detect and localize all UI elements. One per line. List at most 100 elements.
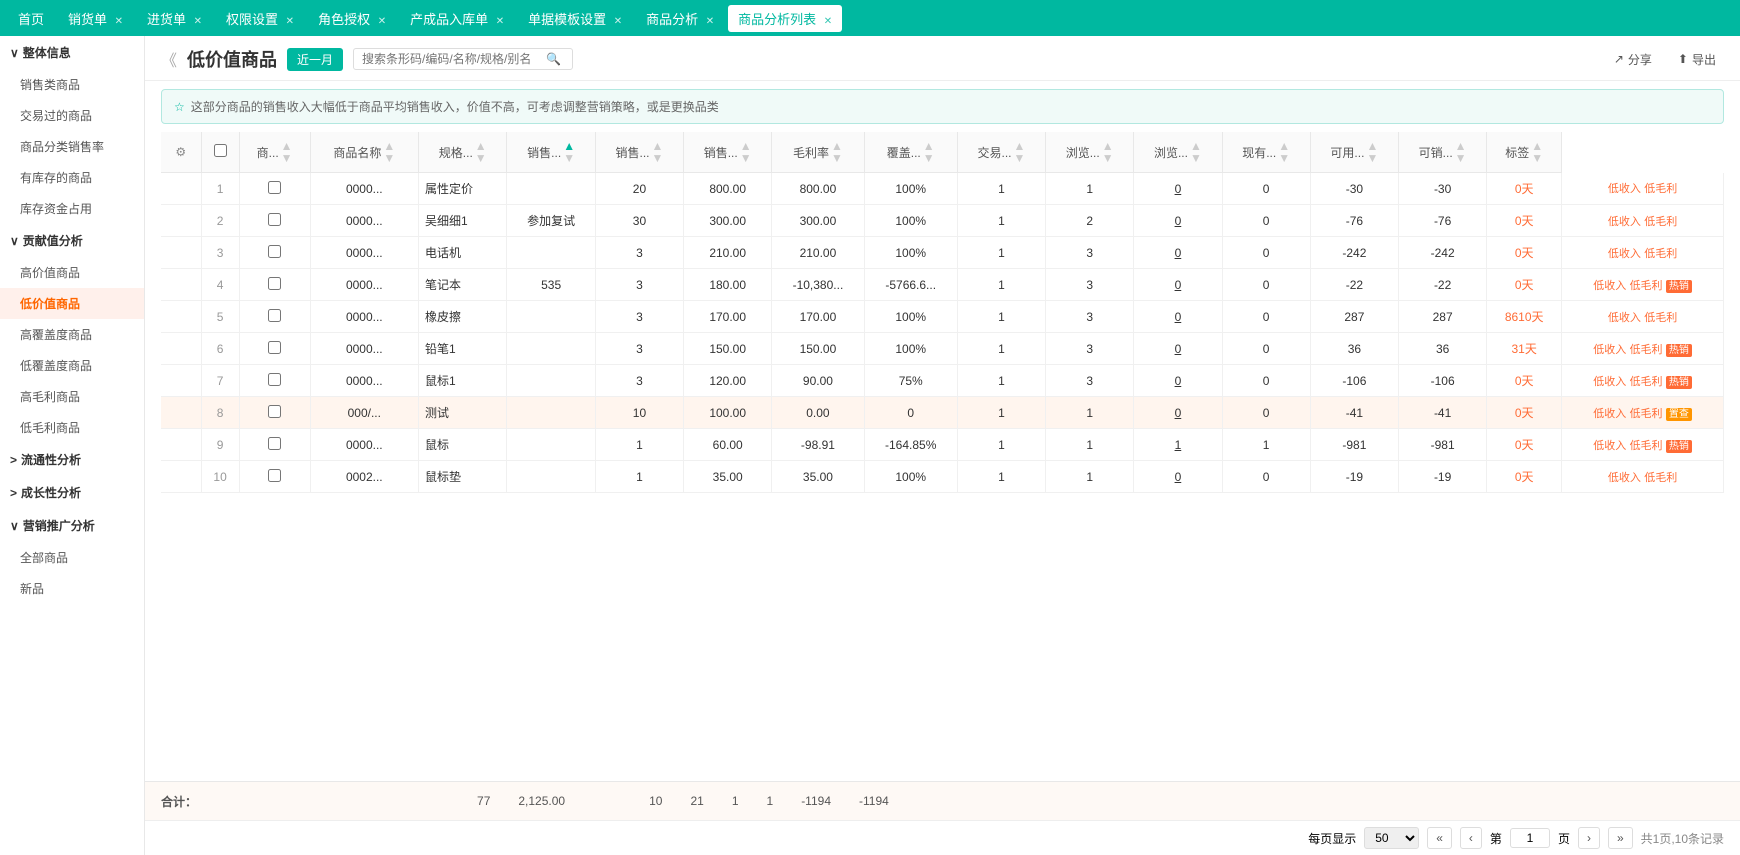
row-checkbox[interactable] [268, 277, 281, 290]
col-settings[interactable]: ⚙ [161, 132, 201, 173]
sidebar-item-high-margin[interactable]: 高毛利商品 [0, 381, 144, 412]
share-button[interactable]: ↗ 分享 [1606, 48, 1660, 71]
nav-templates[interactable]: 单据模板设置 ✕ [518, 5, 632, 32]
collapse-btn[interactable]: 《 [161, 47, 177, 71]
views1-cell[interactable]: 0 [1134, 365, 1222, 397]
views1-cell[interactable]: 0 [1134, 237, 1222, 269]
nav-purchase[interactable]: 进货单 ✕ [137, 5, 212, 32]
sidebar-item-category-rate[interactable]: 商品分类销售率 [0, 131, 144, 162]
views1-link[interactable]: 0 [1175, 470, 1182, 484]
date-filter-button[interactable]: 近一月 [287, 48, 343, 71]
views1-link[interactable]: 0 [1175, 342, 1182, 356]
sidebar-item-stocked-products[interactable]: 有库存的商品 [0, 162, 144, 193]
sidebar-group-general[interactable]: ∨ 整体信息 [0, 36, 144, 69]
col-trade[interactable]: 交易...▲▼ [957, 132, 1045, 173]
col-tags[interactable]: 标签▲▼ [1487, 132, 1562, 173]
col-qty[interactable]: 销售...▲▼ [507, 132, 595, 173]
row-checkbox[interactable] [268, 341, 281, 354]
col-name[interactable]: 商品名称▲▼ [310, 132, 419, 173]
views1-link[interactable]: 1 [1175, 438, 1182, 452]
row-checkbox[interactable] [268, 181, 281, 194]
sidebar-item-sales-products[interactable]: 销售类商品 [0, 69, 144, 100]
trade-cell: 3 [1046, 301, 1134, 333]
checkbox-cell[interactable] [239, 205, 310, 237]
page-size-select[interactable]: 50 100 [1364, 827, 1419, 849]
col-stock2[interactable]: 可用...▲▼ [1310, 132, 1398, 173]
checkbox-cell[interactable] [239, 365, 310, 397]
row-checkbox[interactable] [268, 469, 281, 482]
row-checkbox[interactable] [268, 405, 281, 418]
checkbox-cell[interactable] [239, 429, 310, 461]
export-button[interactable]: ⬆ 导出 [1670, 48, 1724, 71]
col-checkbox[interactable] [201, 132, 239, 173]
views1-link[interactable]: 0 [1175, 278, 1182, 292]
sidebar-group-marketing[interactable]: ∨ 营销推广分析 [0, 509, 144, 542]
checkbox-cell[interactable] [239, 397, 310, 429]
sidebar-item-stock-funds[interactable]: 库存资金占用 [0, 193, 144, 224]
prev-page-button[interactable]: ‹ [1460, 827, 1482, 849]
sidebar-item-traded-products[interactable]: 交易过的商品 [0, 100, 144, 131]
views1-link[interactable]: 0 [1175, 246, 1182, 260]
views1-cell[interactable]: 0 [1134, 269, 1222, 301]
sidebar-item-low-margin[interactable]: 低毛利商品 [0, 412, 144, 443]
search-input[interactable] [362, 52, 542, 66]
row-checkbox[interactable] [268, 373, 281, 386]
row-checkbox[interactable] [268, 309, 281, 322]
sidebar-item-high-value[interactable]: 高价值商品 [0, 257, 144, 288]
footer-stock2: -1194 [849, 790, 899, 812]
tags-cell: 低收入 低毛利 热销 [1562, 429, 1724, 461]
col-sellable[interactable]: 可销...▲▼ [1399, 132, 1487, 173]
views1-link[interactable]: 0 [1175, 214, 1182, 228]
checkbox-cell[interactable] [239, 269, 310, 301]
checkbox-cell[interactable] [239, 301, 310, 333]
nav-products-in[interactable]: 产成品入库单 ✕ [400, 5, 514, 32]
checkbox-cell[interactable] [239, 333, 310, 365]
sidebar-group-liquidity[interactable]: > 流通性分析 [0, 443, 144, 476]
col-margin[interactable]: 毛利率▲▼ [772, 132, 864, 173]
nav-roles[interactable]: 角色授权 ✕ [308, 5, 396, 32]
views1-cell[interactable]: 0 [1134, 301, 1222, 333]
views1-link[interactable]: 0 [1175, 406, 1182, 420]
sidebar-group-growth[interactable]: > 成长性分析 [0, 476, 144, 509]
checkbox-cell[interactable] [239, 461, 310, 493]
sidebar-item-low-coverage[interactable]: 低覆盖度商品 [0, 350, 144, 381]
views1-cell[interactable]: 0 [1134, 397, 1222, 429]
nav-sales[interactable]: 销货单 ✕ [58, 5, 133, 32]
sidebar-group-contribution[interactable]: ∨ 贡献值分析 [0, 224, 144, 257]
nav-home[interactable]: 首页 [8, 5, 54, 32]
row-checkbox[interactable] [268, 245, 281, 258]
nav-product-analysis[interactable]: 商品分析 ✕ [636, 5, 724, 32]
last-page-button[interactable]: » [1608, 827, 1633, 849]
checkbox-cell[interactable] [239, 237, 310, 269]
sidebar-item-all-products[interactable]: 全部商品 [0, 542, 144, 573]
sidebar-item-new-products[interactable]: 新品 [0, 573, 144, 604]
checkbox-cell[interactable] [239, 173, 310, 205]
page-number-input[interactable] [1510, 828, 1550, 848]
views1-link[interactable]: 0 [1175, 374, 1182, 388]
nav-product-analysis-list[interactable]: 商品分析列表 ✕ [728, 5, 842, 32]
search-icon[interactable]: 🔍 [546, 52, 561, 66]
views1-cell[interactable]: 0 [1134, 173, 1222, 205]
col-views1[interactable]: 浏览...▲▼ [1046, 132, 1134, 173]
col-sales2[interactable]: 销售...▲▼ [684, 132, 772, 173]
row-checkbox[interactable] [268, 437, 281, 450]
views1-link[interactable]: 0 [1175, 310, 1182, 324]
views1-cell[interactable]: 0 [1134, 333, 1222, 365]
sidebar-item-high-coverage[interactable]: 高覆盖度商品 [0, 319, 144, 350]
col-views2[interactable]: 浏览...▲▼ [1134, 132, 1222, 173]
nav-permissions[interactable]: 权限设置 ✕ [216, 5, 304, 32]
col-spec[interactable]: 规格...▲▼ [419, 132, 507, 173]
col-stock1[interactable]: 现有...▲▼ [1222, 132, 1310, 173]
sidebar-item-low-value[interactable]: 低价值商品 [0, 288, 144, 319]
next-page-button[interactable]: › [1578, 827, 1600, 849]
views1-cell[interactable]: 0 [1134, 205, 1222, 237]
select-all-checkbox[interactable] [214, 144, 227, 157]
views1-cell[interactable]: 0 [1134, 461, 1222, 493]
row-checkbox[interactable] [268, 213, 281, 226]
col-coverage[interactable]: 覆盖...▲▼ [864, 132, 957, 173]
first-page-button[interactable]: « [1427, 827, 1452, 849]
views1-link[interactable]: 0 [1175, 182, 1182, 196]
col-code[interactable]: 商...▲▼ [239, 132, 310, 173]
col-sales1[interactable]: 销售...▲▼ [595, 132, 683, 173]
views1-cell[interactable]: 1 [1134, 429, 1222, 461]
